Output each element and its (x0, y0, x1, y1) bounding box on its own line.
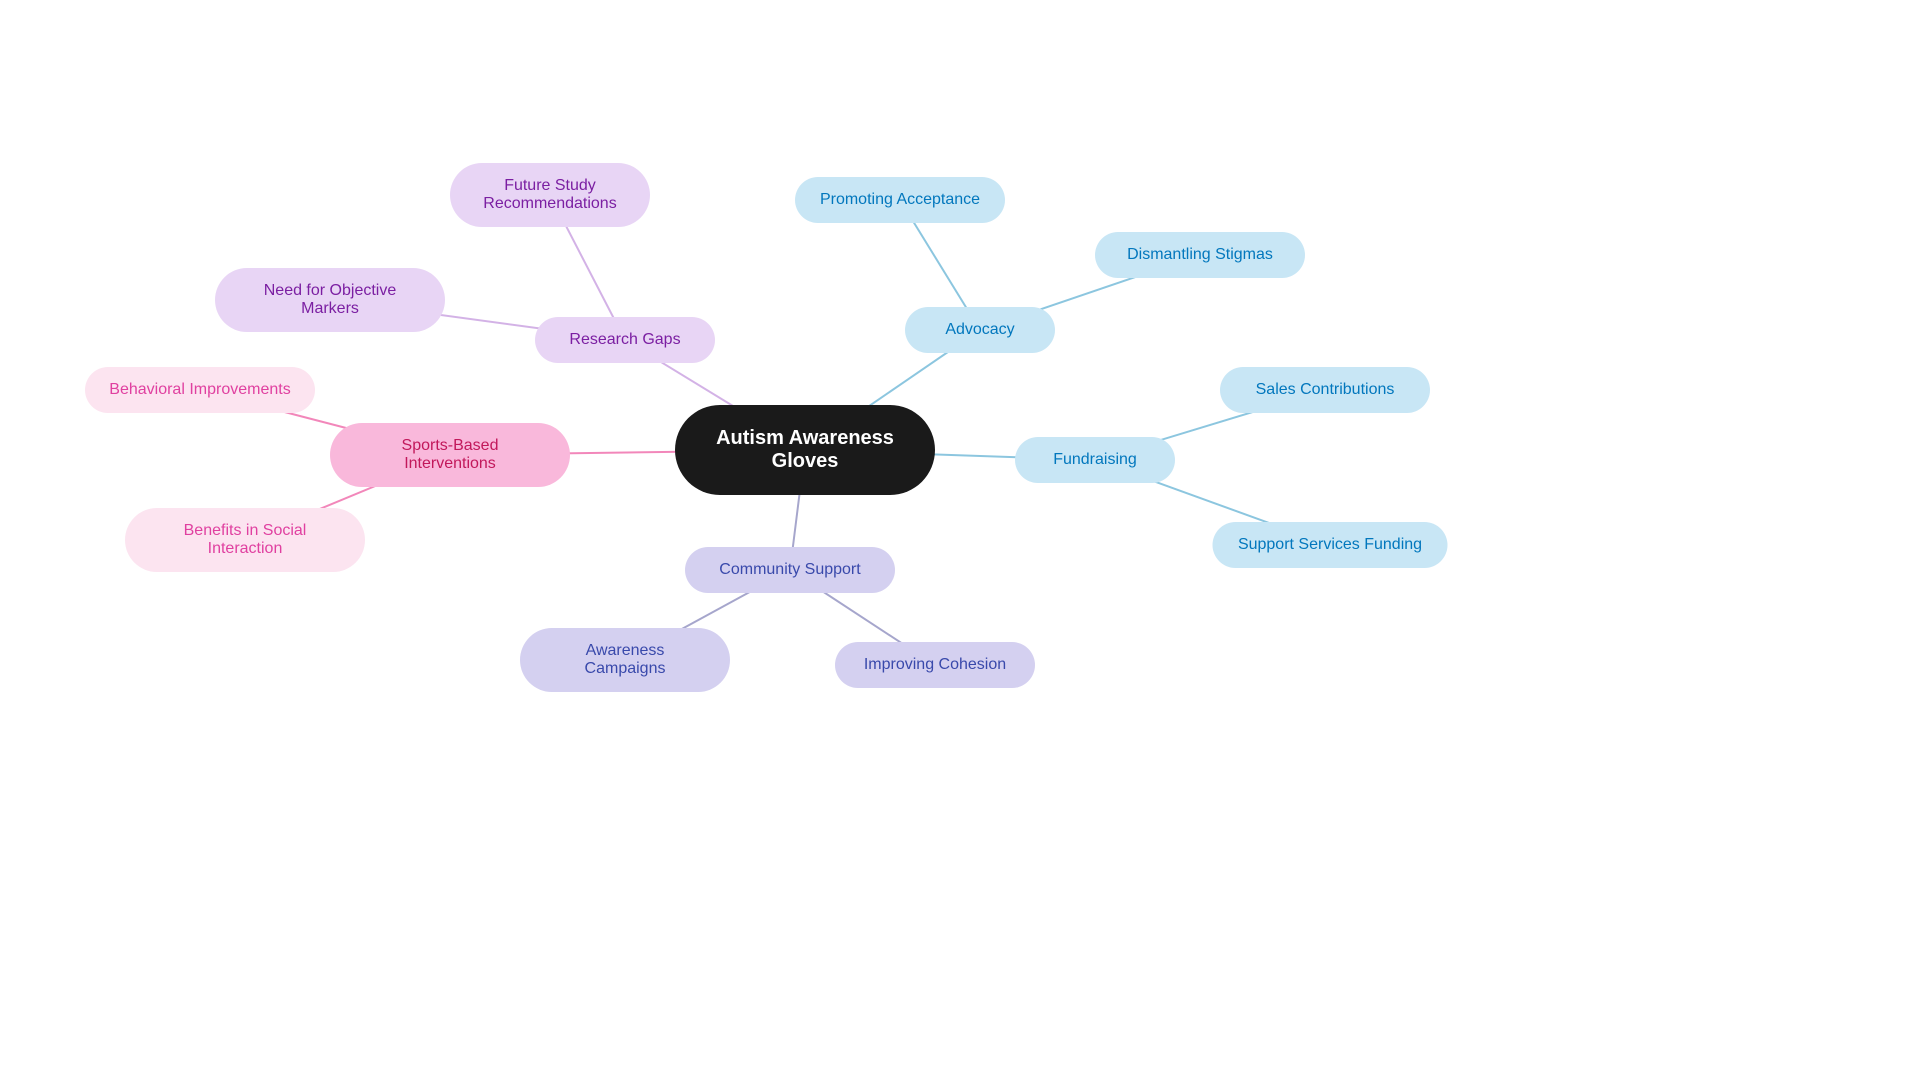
node-dismantling_stigmas: Dismantling Stigmas (1095, 232, 1305, 278)
node-promoting_acceptance: Promoting Acceptance (795, 177, 1005, 223)
node-community_support: Community Support (685, 547, 895, 593)
node-improving_cohesion: Improving Cohesion (835, 642, 1035, 688)
mindmap-container: Autism Awareness Gloves Research Gaps Futu… (0, 0, 1920, 1083)
node-advocacy: Advocacy (905, 307, 1055, 353)
node-fundraising: Fundraising (1015, 437, 1175, 483)
node-behavioral: Behavioral Improvements (85, 367, 315, 413)
node-sports_based: Sports-Based Interventions (330, 423, 570, 487)
node-benefits_social: Benefits in Social Interaction (125, 508, 365, 572)
node-awareness_campaigns: Awareness Campaigns (520, 628, 730, 692)
node-center: Autism Awareness Gloves (675, 405, 935, 495)
node-research_gaps: Research Gaps (535, 317, 715, 363)
node-future_study: Future Study Recommendations (450, 163, 650, 227)
node-sales_contributions: Sales Contributions (1220, 367, 1430, 413)
node-need_objective: Need for Objective Markers (215, 268, 445, 332)
node-support_services: Support Services Funding (1213, 522, 1448, 568)
